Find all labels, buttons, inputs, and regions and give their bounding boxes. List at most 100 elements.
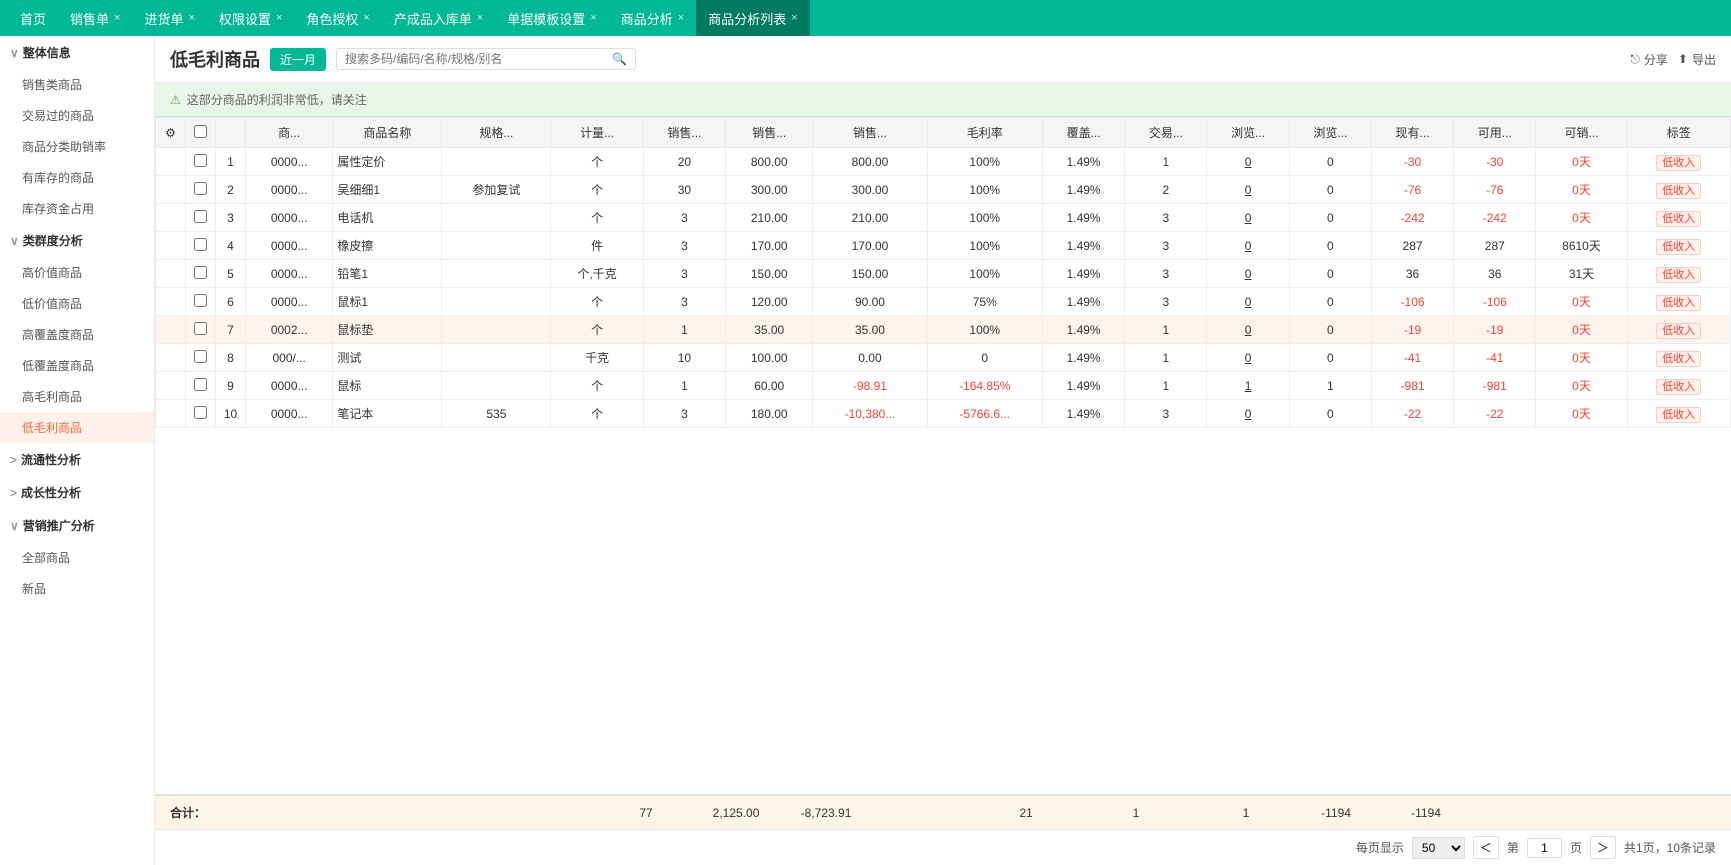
nav-item-单据模板设置[interactable]: 单据模板设置× bbox=[495, 0, 608, 36]
col-unit[interactable]: 计量... bbox=[551, 118, 643, 148]
sidebar-group-流通性分析[interactable]: >流通性分析 bbox=[0, 443, 154, 476]
nav-item-商品分析列表[interactable]: 商品分析列表× bbox=[696, 0, 809, 36]
nav-item-产成品入库单[interactable]: 产成品入库单× bbox=[382, 0, 495, 36]
cell-check[interactable] bbox=[186, 260, 216, 288]
search-icon[interactable]: 🔍 bbox=[612, 52, 627, 66]
col-name[interactable]: 商品名称 bbox=[333, 118, 442, 148]
cell-check[interactable] bbox=[186, 316, 216, 344]
col-browse1[interactable]: 浏览... bbox=[1207, 118, 1289, 148]
row-checkbox[interactable] bbox=[194, 406, 207, 419]
cell-browse1[interactable]: 0 bbox=[1207, 148, 1289, 176]
col-sales-count[interactable]: 销售... bbox=[643, 118, 725, 148]
page-number-input[interactable] bbox=[1527, 838, 1562, 858]
sidebar-group-整体信息[interactable]: ∨整体信息 bbox=[0, 36, 154, 69]
cell-check[interactable] bbox=[186, 288, 216, 316]
cell-check[interactable] bbox=[186, 148, 216, 176]
sidebar-item-有库存的商品[interactable]: 有库存的商品 bbox=[0, 162, 154, 193]
sidebar-item-高毛利商品[interactable]: 高毛利商品 bbox=[0, 381, 154, 412]
cell-browse2: 0 bbox=[1289, 344, 1371, 372]
sidebar-item-新品[interactable]: 新品 bbox=[0, 573, 154, 604]
col-gross-rate[interactable]: 毛利率 bbox=[927, 118, 1042, 148]
sidebar-item-低毛利商品[interactable]: 低毛利商品 bbox=[0, 412, 154, 443]
nav-close-icon[interactable]: × bbox=[114, 12, 120, 24]
col-sales-price[interactable]: 销售... bbox=[726, 118, 813, 148]
cell-sales-amount: -10,380... bbox=[813, 400, 927, 428]
nav-close-icon[interactable]: × bbox=[477, 12, 483, 24]
sidebar-item-库存资金占用[interactable]: 库存资金占用 bbox=[0, 193, 154, 224]
share-button[interactable]: ⎋ 分享 bbox=[1630, 51, 1668, 68]
cell-browse2: 0 bbox=[1289, 316, 1371, 344]
cell-check[interactable] bbox=[186, 176, 216, 204]
check-all-checkbox[interactable] bbox=[194, 125, 207, 138]
nav-close-icon[interactable]: × bbox=[363, 12, 369, 24]
col-tag[interactable]: 标签 bbox=[1627, 118, 1730, 148]
row-checkbox[interactable] bbox=[194, 266, 207, 279]
prev-page-button[interactable]: ＜ bbox=[1473, 836, 1499, 859]
col-available[interactable]: 可用... bbox=[1454, 118, 1536, 148]
cell-browse1[interactable]: 0 bbox=[1207, 400, 1289, 428]
nav-item-销售单[interactable]: 销售单× bbox=[58, 0, 132, 36]
next-page-button[interactable]: ＞ bbox=[1590, 836, 1616, 859]
cell-browse1[interactable]: 0 bbox=[1207, 316, 1289, 344]
sidebar-group-营销推广分析[interactable]: ∨营销推广分析 bbox=[0, 509, 154, 542]
sidebar-item-高覆盖度商品[interactable]: 高覆盖度商品 bbox=[0, 319, 154, 350]
nav-close-icon[interactable]: × bbox=[678, 12, 684, 24]
row-checkbox[interactable] bbox=[194, 154, 207, 167]
per-page-select[interactable]: 50 100 bbox=[1412, 837, 1465, 859]
col-saleable[interactable]: 可销... bbox=[1536, 118, 1627, 148]
nav-item-首页[interactable]: 首页 bbox=[8, 0, 58, 36]
sidebar-item-交易过的商品[interactable]: 交易过的商品 bbox=[0, 100, 154, 131]
cell-trade: 1 bbox=[1125, 316, 1207, 344]
search-input[interactable] bbox=[345, 52, 612, 66]
sidebar-item-低覆盖度商品[interactable]: 低覆盖度商品 bbox=[0, 350, 154, 381]
nav-item-进货单[interactable]: 进货单× bbox=[132, 0, 206, 36]
export-button[interactable]: ⬆ 导出 bbox=[1678, 51, 1716, 68]
row-checkbox[interactable] bbox=[194, 238, 207, 251]
sidebar-group-类群度分析[interactable]: ∨类群度分析 bbox=[0, 224, 154, 257]
sidebar-item-销售类商品[interactable]: 销售类商品 bbox=[0, 69, 154, 100]
nav-item-商品分析[interactable]: 商品分析× bbox=[609, 0, 696, 36]
cell-browse1[interactable]: 0 bbox=[1207, 204, 1289, 232]
sidebar-item-全部商品[interactable]: 全部商品 bbox=[0, 542, 154, 573]
row-checkbox[interactable] bbox=[194, 182, 207, 195]
nav-close-icon[interactable]: × bbox=[791, 12, 797, 24]
col-current[interactable]: 现有... bbox=[1371, 118, 1453, 148]
cell-check[interactable] bbox=[186, 344, 216, 372]
row-checkbox[interactable] bbox=[194, 294, 207, 307]
nav-item-角色授权[interactable]: 角色授权× bbox=[294, 0, 381, 36]
nav-close-icon[interactable]: × bbox=[590, 12, 596, 24]
col-settings[interactable]: ⚙ bbox=[156, 118, 186, 148]
cell-browse1[interactable]: 0 bbox=[1207, 260, 1289, 288]
row-checkbox[interactable] bbox=[194, 210, 207, 223]
cell-browse1[interactable]: 0 bbox=[1207, 288, 1289, 316]
cell-check[interactable] bbox=[186, 372, 216, 400]
sidebar-item-商品分类助销率[interactable]: 商品分类助销率 bbox=[0, 131, 154, 162]
col-code[interactable]: 商... bbox=[246, 118, 333, 148]
col-spec[interactable]: 规格... bbox=[442, 118, 551, 148]
nav-item-权限设置[interactable]: 权限设置× bbox=[207, 0, 294, 36]
sidebar-item-低价值商品[interactable]: 低价值商品 bbox=[0, 288, 154, 319]
col-sales-amount[interactable]: 销售... bbox=[813, 118, 927, 148]
col-check-all[interactable] bbox=[186, 118, 216, 148]
cell-check[interactable] bbox=[186, 204, 216, 232]
filter-button[interactable]: 近一月 bbox=[270, 48, 326, 71]
cell-browse1[interactable]: 0 bbox=[1207, 232, 1289, 260]
row-checkbox[interactable] bbox=[194, 378, 207, 391]
row-checkbox[interactable] bbox=[194, 350, 207, 363]
cell-browse1[interactable]: 0 bbox=[1207, 176, 1289, 204]
cell-check[interactable] bbox=[186, 400, 216, 428]
sidebar-group-成长性分析[interactable]: >成长性分析 bbox=[0, 476, 154, 509]
row-checkbox[interactable] bbox=[194, 322, 207, 335]
cell-unit: 个 bbox=[551, 204, 643, 232]
cell-browse1[interactable]: 0 bbox=[1207, 344, 1289, 372]
nav-close-icon[interactable]: × bbox=[276, 12, 282, 24]
cell-spec bbox=[442, 372, 551, 400]
col-trade[interactable]: 交易... bbox=[1125, 118, 1207, 148]
cell-spec bbox=[442, 288, 551, 316]
sidebar-item-高价值商品[interactable]: 高价值商品 bbox=[0, 257, 154, 288]
col-coverage[interactable]: 覆盖... bbox=[1042, 118, 1124, 148]
col-browse2[interactable]: 浏览... bbox=[1289, 118, 1371, 148]
cell-browse1[interactable]: 1 bbox=[1207, 372, 1289, 400]
cell-check[interactable] bbox=[186, 232, 216, 260]
nav-close-icon[interactable]: × bbox=[188, 12, 194, 24]
